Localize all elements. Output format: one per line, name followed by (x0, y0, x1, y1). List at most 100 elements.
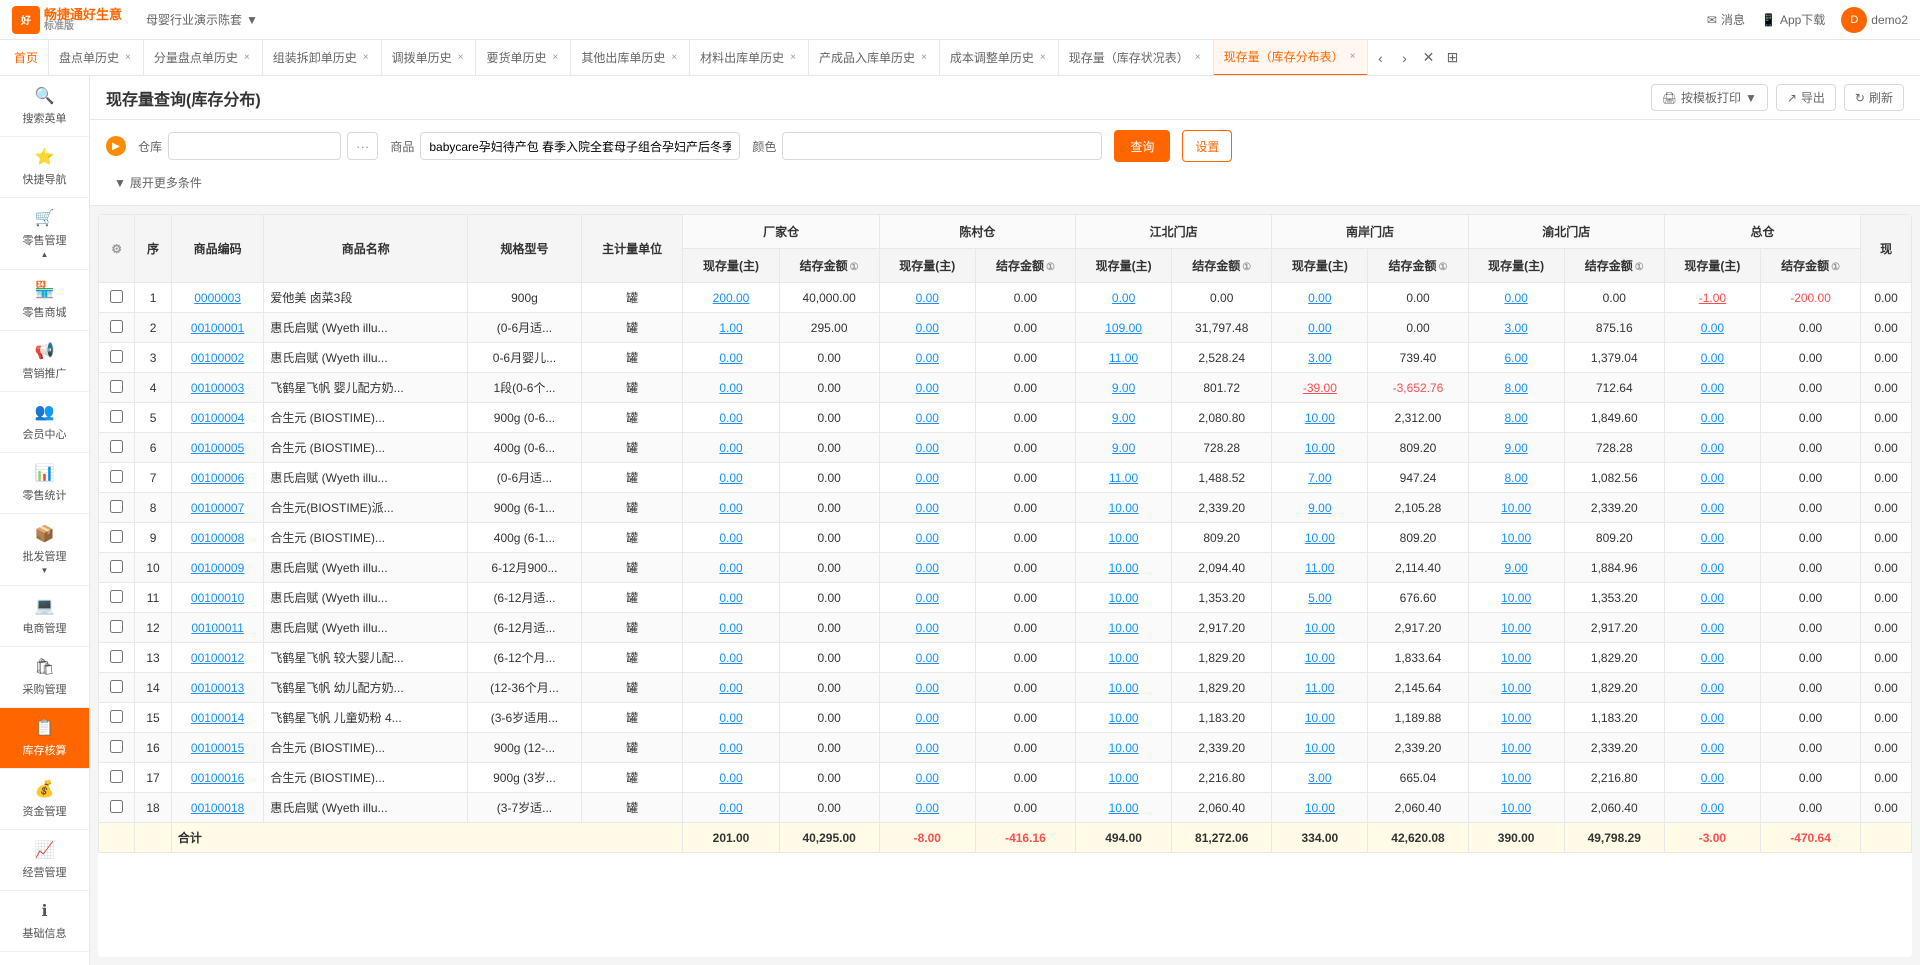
row-total-qty[interactable]: 0.00 (1664, 643, 1760, 673)
tab-close-icon[interactable]: × (123, 52, 133, 63)
row-code[interactable]: 00100011 (171, 613, 263, 643)
row-total-qty[interactable]: 0.00 (1664, 553, 1760, 583)
row-yubei-qty[interactable]: 10.00 (1468, 763, 1564, 793)
row-chen-qty[interactable]: 0.00 (879, 643, 975, 673)
tab-close-icon[interactable]: × (1193, 52, 1203, 63)
app-download-btn[interactable]: 📱 App下载 (1761, 11, 1825, 28)
row-factory-qty[interactable]: 0.00 (683, 553, 779, 583)
sidebar-item-system[interactable]: ⚙ 系统管理 (0, 952, 89, 965)
row-nanan-qty[interactable]: -39.00 (1272, 373, 1368, 403)
row-selector[interactable] (99, 643, 135, 673)
row-factory-qty[interactable]: 0.00 (683, 643, 779, 673)
row-selector[interactable] (99, 583, 135, 613)
row-jiangbei-qty[interactable]: 10.00 (1076, 583, 1172, 613)
row-code[interactable]: 00100014 (171, 703, 263, 733)
row-selector[interactable] (99, 373, 135, 403)
sidebar-item-members[interactable]: 👥 会员中心 (0, 392, 89, 453)
row-total-qty[interactable]: 0.00 (1664, 763, 1760, 793)
row-jiangbei-qty[interactable]: 10.00 (1076, 703, 1172, 733)
row-selector[interactable] (99, 403, 135, 433)
tab-yaohuo[interactable]: 要货单历史 × (476, 40, 571, 76)
row-yubei-qty[interactable]: 0.00 (1468, 283, 1564, 313)
row-jiangbei-qty[interactable]: 9.00 (1076, 373, 1172, 403)
row-nanan-qty[interactable]: 5.00 (1272, 583, 1368, 613)
warehouse-input[interactable] (168, 132, 341, 160)
tab-xiancun-dist[interactable]: 现存量（库存分布表） × (1214, 40, 1369, 76)
row-jiangbei-qty[interactable]: 10.00 (1076, 793, 1172, 823)
tab-close-icon[interactable]: × (361, 52, 371, 63)
row-chen-qty[interactable]: 0.00 (879, 313, 975, 343)
row-selector[interactable] (99, 343, 135, 373)
tab-qita[interactable]: 其他出库单历史 × (571, 40, 690, 76)
row-total-qty[interactable]: 0.00 (1664, 673, 1760, 703)
row-jiangbei-qty[interactable]: 10.00 (1076, 733, 1172, 763)
row-jiangbei-qty[interactable]: 10.00 (1076, 763, 1172, 793)
row-jiangbei-qty[interactable]: 10.00 (1076, 673, 1172, 703)
tab-chengben[interactable]: 成本调整单历史 × (940, 40, 1059, 76)
row-yubei-qty[interactable]: 10.00 (1468, 793, 1564, 823)
row-yubei-qty[interactable]: 10.00 (1468, 703, 1564, 733)
info-icon4[interactable]: ① (1439, 262, 1448, 273)
row-total-qty[interactable]: 0.00 (1664, 343, 1760, 373)
row-nanan-qty[interactable]: 7.00 (1272, 463, 1368, 493)
sidebar-item-retail-mgmt[interactable]: 🛒 零售管理 ▲ (0, 198, 89, 270)
sidebar-item-ecommerce[interactable]: 💻 电商管理 (0, 586, 89, 647)
row-selector[interactable] (99, 613, 135, 643)
row-yubei-qty[interactable]: 9.00 (1468, 553, 1564, 583)
row-total-qty[interactable]: 0.00 (1664, 793, 1760, 823)
col-gear[interactable]: ⚙ (99, 215, 135, 283)
row-jiangbei-qty[interactable]: 109.00 (1076, 313, 1172, 343)
row-yubei-qty[interactable]: 10.00 (1468, 523, 1564, 553)
row-yubei-qty[interactable]: 6.00 (1468, 343, 1564, 373)
row-selector[interactable] (99, 283, 135, 313)
row-factory-qty[interactable]: 0.00 (683, 733, 779, 763)
row-chen-qty[interactable]: 0.00 (879, 463, 975, 493)
row-total-qty[interactable]: 0.00 (1664, 583, 1760, 613)
row-nanan-qty[interactable]: 10.00 (1272, 703, 1368, 733)
row-code[interactable]: 00100012 (171, 643, 263, 673)
color-input[interactable] (782, 132, 1102, 160)
message-btn[interactable]: ✉ 消息 (1707, 11, 1745, 28)
row-selector[interactable] (99, 463, 135, 493)
row-selector[interactable] (99, 793, 135, 823)
row-selector[interactable] (99, 523, 135, 553)
setting-btn[interactable]: 设置 (1182, 130, 1232, 162)
print-btn[interactable]: 🖨 按模板打印 ▼ (1651, 84, 1768, 111)
row-total-qty[interactable]: -1.00 (1664, 283, 1760, 313)
user-menu[interactable]: D demo2 (1841, 7, 1908, 33)
query-btn[interactable]: 查询 (1114, 130, 1170, 162)
tab-xiancun-status[interactable]: 现存量（库存状况表） × (1059, 40, 1214, 76)
row-total-qty[interactable]: 0.00 (1664, 523, 1760, 553)
row-factory-qty[interactable]: 0.00 (683, 343, 779, 373)
row-code[interactable]: 00100015 (171, 733, 263, 763)
row-yubei-qty[interactable]: 10.00 (1468, 643, 1564, 673)
row-chen-qty[interactable]: 0.00 (879, 763, 975, 793)
row-chen-qty[interactable]: 0.00 (879, 583, 975, 613)
sidebar-item-wholesale[interactable]: 📦 批发管理 ▼ (0, 514, 89, 586)
row-yubei-qty[interactable]: 10.00 (1468, 613, 1564, 643)
tab-close-icon[interactable]: × (550, 52, 560, 63)
row-yubei-qty[interactable]: 8.00 (1468, 463, 1564, 493)
row-selector[interactable] (99, 493, 135, 523)
row-chen-qty[interactable]: 0.00 (879, 493, 975, 523)
sidebar-item-purchase[interactable]: 🛍 采购管理 (0, 647, 89, 708)
row-jiangbei-qty[interactable]: 9.00 (1076, 433, 1172, 463)
sidebar-item-inventory[interactable]: 📋 库存核算 (0, 708, 89, 769)
row-chen-qty[interactable]: 0.00 (879, 613, 975, 643)
row-chen-qty[interactable]: 0.00 (879, 433, 975, 463)
industry-selector[interactable]: 母婴行业演示陈套 ▼ (146, 11, 258, 28)
collapse-arrow[interactable]: ▶ (106, 136, 126, 156)
row-yubei-qty[interactable]: 10.00 (1468, 673, 1564, 703)
tab-close-icon[interactable]: × (788, 52, 798, 63)
row-total-qty[interactable]: 0.00 (1664, 403, 1760, 433)
row-yubei-qty[interactable]: 8.00 (1468, 373, 1564, 403)
tab-fenliang[interactable]: 分量盘点单历史 × (144, 40, 263, 76)
row-selector[interactable] (99, 673, 135, 703)
row-total-qty[interactable]: 0.00 (1664, 733, 1760, 763)
row-yubei-qty[interactable]: 10.00 (1468, 583, 1564, 613)
row-factory-qty[interactable]: 0.00 (683, 523, 779, 553)
row-jiangbei-qty[interactable]: 0.00 (1076, 283, 1172, 313)
row-yubei-qty[interactable]: 9.00 (1468, 433, 1564, 463)
row-jiangbei-qty[interactable]: 10.00 (1076, 553, 1172, 583)
tab-close-icon[interactable]: × (669, 52, 679, 63)
